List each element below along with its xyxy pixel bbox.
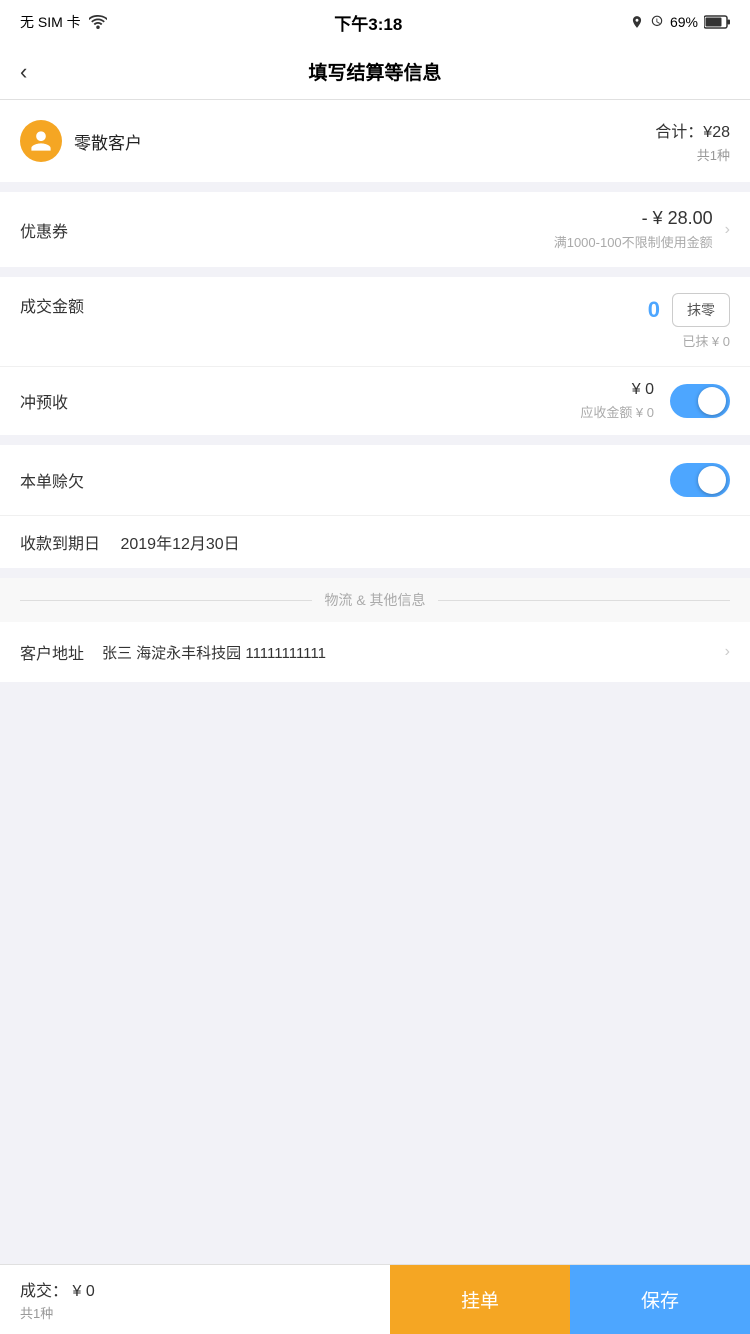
- logistics-label: 物流 & 其他信息: [312, 590, 437, 610]
- wifi-icon: [89, 15, 107, 29]
- customer-name: 零散客户: [74, 129, 142, 154]
- amount-input-area: 0 抹零: [648, 293, 730, 327]
- debt-row: 本单赊欠: [0, 445, 750, 515]
- customer-total: 合计：¥28: [655, 118, 730, 142]
- address-value: 张三 海淀永丰科技园 11111111111: [102, 642, 721, 663]
- prepay-row: 冲预收 ¥ 0 应收金额 ¥ 0: [0, 366, 750, 435]
- page-title: 填写结算等信息: [308, 58, 441, 85]
- customer-avatar: [20, 120, 62, 162]
- nav-bar: ‹ 填写结算等信息: [0, 44, 750, 100]
- amount-value[interactable]: 0: [648, 297, 660, 323]
- coupon-desc: 满1000-100不限制使用金额: [554, 232, 713, 251]
- prepay-label: 冲预收: [20, 389, 68, 413]
- alarm-icon: [650, 15, 664, 29]
- round-button[interactable]: 抹零: [672, 293, 730, 327]
- prepay-values: ¥ 0 应收金额 ¥ 0: [580, 381, 654, 421]
- coupon-value: - ¥ 28.00: [554, 208, 713, 229]
- customer-section: 零散客户 合计：¥28 共1种: [0, 100, 750, 182]
- customer-info: 零散客户: [20, 120, 142, 162]
- back-button[interactable]: ‹: [20, 59, 27, 85]
- debt-toggle-knob: [698, 466, 726, 494]
- logistics-header: 物流 & 其他信息: [0, 578, 750, 622]
- coupon-chevron: ›: [725, 221, 730, 239]
- prepay-right: ¥ 0 应收金额 ¥ 0: [580, 381, 730, 421]
- empty-space: [0, 692, 750, 912]
- customer-row: 零散客户 合计：¥28 共1种: [0, 100, 750, 182]
- amount-label: 成交金额: [20, 293, 84, 317]
- duedate-value: 2019年12月30日: [120, 536, 239, 553]
- prepay-main: ¥ 0: [580, 381, 654, 399]
- person-icon: [29, 129, 53, 153]
- bottom-bar: 成交： ¥ 0 共1种 挂单 保存: [0, 1264, 750, 1334]
- bottom-transaction-label: 成交：: [20, 1283, 68, 1300]
- status-time: 下午3:18: [334, 10, 402, 35]
- amount-sub: 已抹 ¥ 0: [648, 331, 730, 350]
- bottom-transaction: 成交： ¥ 0: [20, 1277, 370, 1301]
- logistics-section: 物流 & 其他信息 客户地址 张三 海淀永丰科技园 11111111111 ›: [0, 578, 750, 682]
- status-bar: 无 SIM 卡 下午3:18 69%: [0, 0, 750, 44]
- coupon-section[interactable]: 优惠券 - ¥ 28.00 满1000-100不限制使用金额 ›: [0, 192, 750, 267]
- address-label: 客户地址: [20, 640, 90, 664]
- prepay-sub: 应收金额 ¥ 0: [580, 402, 654, 421]
- coupon-row[interactable]: 优惠券 - ¥ 28.00 满1000-100不限制使用金额 ›: [0, 192, 750, 267]
- bottom-summary: 成交： ¥ 0 共1种: [0, 1265, 390, 1334]
- customer-total-area: 合计：¥28 共1种: [655, 118, 730, 164]
- debt-toggle[interactable]: [670, 463, 730, 497]
- duedate-row: 收款到期日 2019年12月30日: [0, 515, 750, 568]
- status-left: 无 SIM 卡: [20, 12, 107, 32]
- address-row[interactable]: 客户地址 张三 海淀永丰科技园 11111111111 ›: [0, 622, 750, 682]
- battery-percent: 69%: [670, 14, 698, 30]
- coupon-label: 优惠券: [20, 218, 68, 242]
- location-icon: [630, 15, 644, 29]
- prepay-toggle[interactable]: [670, 384, 730, 418]
- battery-icon: [704, 15, 730, 29]
- customer-count: 共1种: [655, 145, 730, 164]
- sim-label: 无 SIM 卡: [20, 12, 81, 32]
- debt-label: 本单赊欠: [20, 468, 84, 492]
- bottom-count: 共1种: [20, 1303, 370, 1322]
- coupon-right: - ¥ 28.00 满1000-100不限制使用金额 ›: [554, 208, 730, 251]
- hang-button[interactable]: 挂单: [390, 1265, 570, 1334]
- toggle-knob: [698, 387, 726, 415]
- transaction-section: 成交金额 0 抹零 已抹 ¥ 0 冲预收 ¥ 0 应收金额 ¥ 0: [0, 277, 750, 435]
- status-right: 69%: [630, 14, 730, 30]
- save-button[interactable]: 保存: [570, 1265, 750, 1334]
- debt-section: 本单赊欠 收款到期日 2019年12月30日: [0, 445, 750, 568]
- duedate-label: 收款到期日: [20, 536, 100, 553]
- address-chevron: ›: [725, 643, 730, 661]
- bottom-transaction-value: ¥ 0: [72, 1283, 94, 1300]
- amount-row: 成交金额 0 抹零 已抹 ¥ 0: [0, 277, 750, 366]
